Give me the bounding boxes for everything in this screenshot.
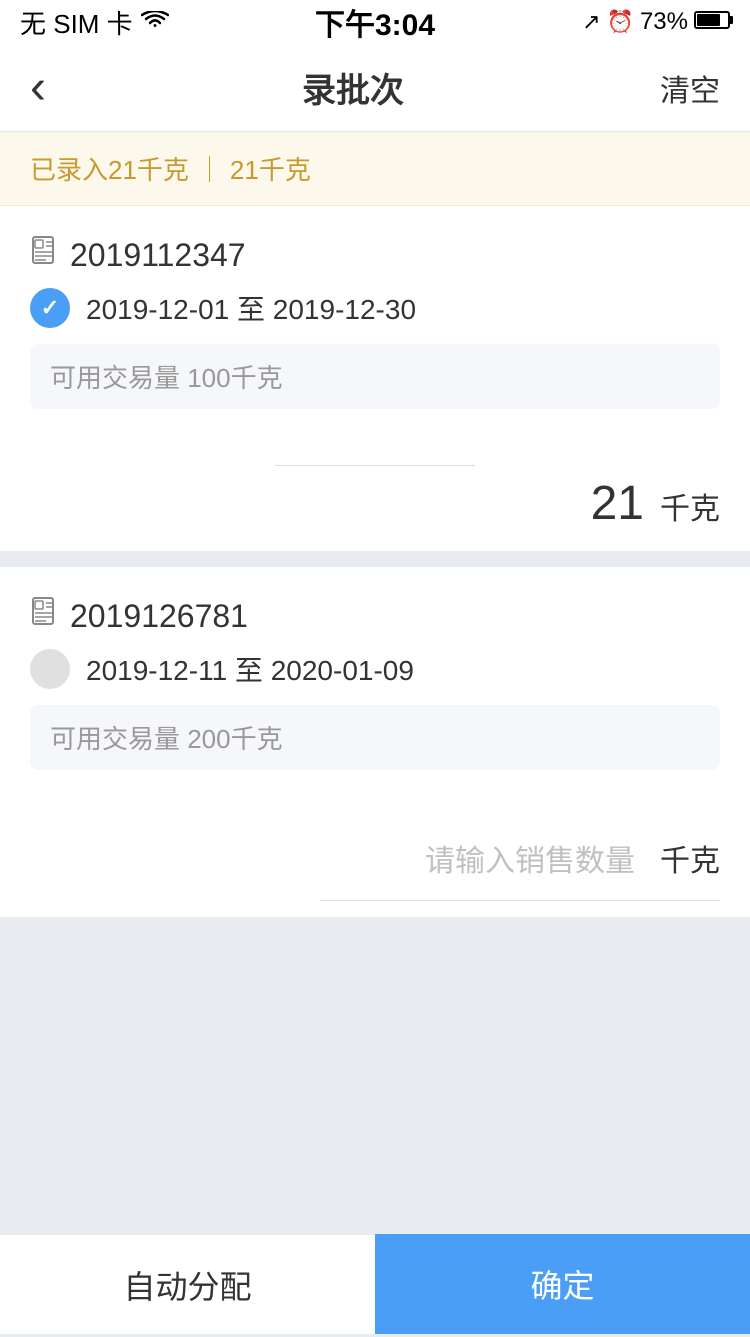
batch-checkbox-2[interactable] (30, 649, 70, 689)
batch-checkbox-1[interactable]: ✓ (30, 288, 70, 328)
status-right: ↗ ⏰ 73% (582, 8, 730, 36)
status-time: 下午3:04 (315, 0, 435, 44)
carrier-text: 无 SIM 卡 (20, 4, 133, 41)
bottom-buttons: 自动分配 确定 (0, 1234, 750, 1334)
page-title: 录批次 (302, 63, 404, 112)
status-bar: 无 SIM 卡 下午3:04 ↗ ⏰ 73% (0, 0, 750, 44)
amount-value-1: 21 (591, 476, 644, 531)
section-divider (0, 551, 750, 567)
batch-item-2: 2019126781 2019-12-11 至 2020-01-09 可用交易量… (0, 567, 750, 816)
batch-header-2: 2019126781 (30, 597, 720, 635)
batch-item-1: 2019112347 ✓ 2019-12-01 至 2019-12-30 可用交… (0, 206, 750, 455)
amount-inner-1: 21 千克 (0, 455, 750, 551)
battery-percent: 73% (640, 8, 688, 36)
nav-bar: ‹ 录批次 清空 (0, 44, 750, 132)
batch-id-2: 2019126781 (70, 598, 248, 635)
amount-wrapper-1: 21 千克 (0, 455, 750, 551)
checkmark-1: ✓ (41, 295, 59, 321)
batch-row-2[interactable]: 2019-12-11 至 2020-01-09 (30, 649, 720, 689)
available-qty-2: 可用交易量 200千克 (30, 705, 720, 770)
input-unit-2: 千克 (660, 836, 720, 880)
summary-label: 已录入21千克 (30, 150, 189, 187)
batch-header-1: 2019112347 (30, 236, 720, 274)
location-icon: ↗ (582, 9, 600, 35)
summary-banner: 已录入21千克 21千克 (0, 132, 750, 206)
auto-distribute-button[interactable]: 自动分配 (0, 1234, 375, 1334)
confirm-button[interactable]: 确定 (375, 1234, 750, 1334)
input-row-2: 千克 (0, 816, 750, 900)
summary-value: 21千克 (230, 150, 311, 187)
alarm-icon: ⏰ (607, 9, 634, 35)
batch-doc-icon-1 (30, 236, 60, 274)
batch-doc-icon-2 (30, 597, 60, 635)
summary-divider (209, 156, 210, 182)
amount-divider-1 (275, 465, 475, 466)
battery-icon (694, 8, 730, 36)
back-button[interactable]: ‹ (30, 60, 46, 115)
batch-date-2: 2019-12-11 至 2020-01-09 (86, 649, 414, 689)
clear-button[interactable]: 清空 (660, 66, 720, 110)
amount-unit-1: 千克 (660, 484, 720, 528)
batch-row-1[interactable]: ✓ 2019-12-01 至 2019-12-30 (30, 288, 720, 328)
status-carrier: 无 SIM 卡 (20, 4, 169, 41)
available-qty-1: 可用交易量 100千克 (30, 344, 720, 409)
input-wrapper-2: 千克 (0, 816, 750, 917)
batch-id-1: 2019112347 (70, 237, 246, 274)
batch-date-1: 2019-12-01 至 2019-12-30 (86, 288, 416, 328)
wifi-icon (141, 7, 169, 38)
quantity-input-2[interactable] (350, 845, 650, 879)
